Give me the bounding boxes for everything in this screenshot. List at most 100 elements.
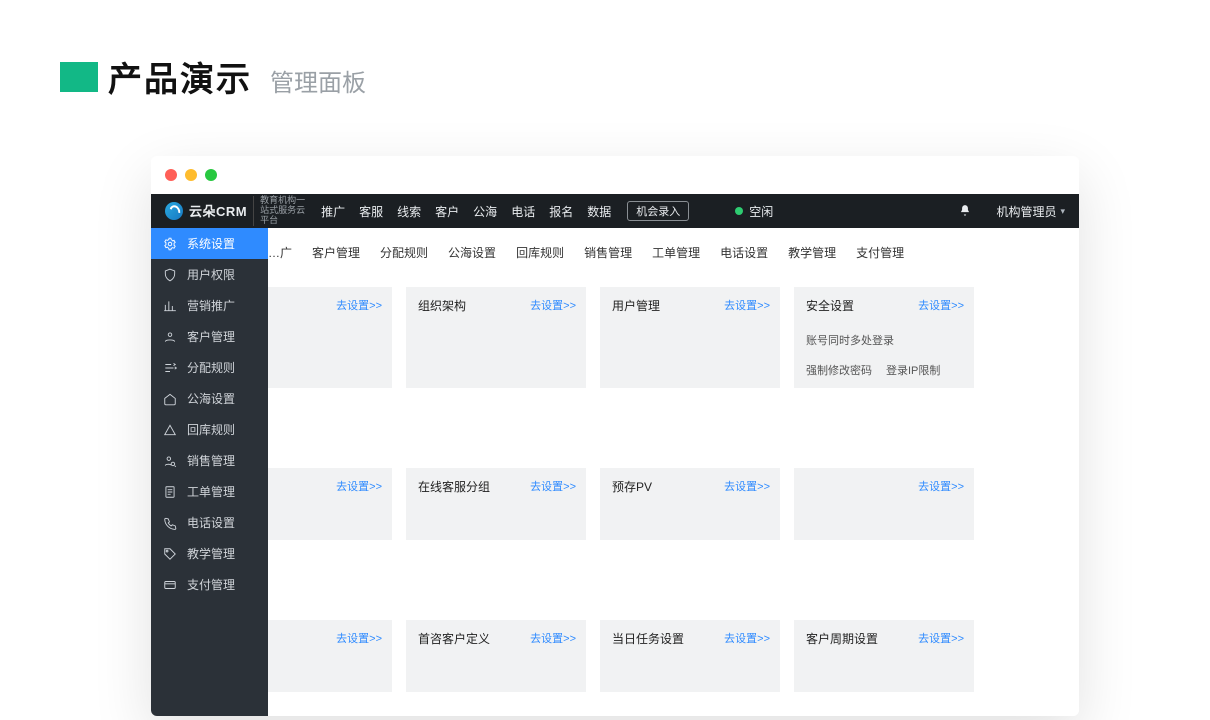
go-settings-link[interactable]: 去设置>> [336,630,382,646]
page-header: 产品演示 管理面板 [0,0,1210,101]
card-icon [163,578,177,592]
settings-card: 当日任务设置去设置>> [600,620,780,692]
tab-客户管理[interactable]: 客户管理 [302,238,370,267]
sidebar-item-label: 营销推广 [187,297,235,314]
settings-card: 在线客服分组去设置>> [406,468,586,540]
tab-分配规则[interactable]: 分配规则 [370,238,438,267]
sidebar-item-settings[interactable]: 系统设置 [151,228,268,259]
maximize-icon[interactable] [205,169,217,181]
nav-phone[interactable]: 电话 [511,203,535,220]
user-label: 机构管理员 [996,203,1056,220]
logo-mark-icon [165,202,183,220]
sidebar-item-label: 支付管理 [187,576,235,593]
tag-icon [163,547,177,561]
go-settings-link[interactable]: 去设置>> [336,297,382,313]
go-settings-link[interactable]: 去设置>> [918,297,964,313]
settings-card: 去设置>> [268,620,392,692]
go-settings-link[interactable]: 去设置>> [336,478,382,494]
sidebar-item-label: 公海设置 [187,390,235,407]
nav-sea[interactable]: 公海 [473,203,497,220]
chart-icon [163,299,177,313]
sidebar-item-tag[interactable]: 教学管理 [151,538,268,569]
search-user-icon [163,454,177,468]
app-window: 云朵CRM 教育机构一站式服务云平台 推广 客服 线索 客户 公海 电话 报名 … [151,156,1079,716]
nav-promo[interactable]: 推广 [321,203,345,220]
settings-card: 首咨客户定义去设置>> [406,620,586,692]
tab-支付管理[interactable]: 支付管理 [846,238,914,267]
sidebar-item-phone[interactable]: 电话设置 [151,507,268,538]
status-indicator[interactable]: 空闲 [735,203,773,220]
settings-card: 去设置>> [268,468,392,540]
sidebar-item-triangle[interactable]: 回库规则 [151,414,268,445]
tab-partial[interactable]: …广 [268,238,302,267]
go-settings-link[interactable]: 去设置>> [530,297,576,313]
settings-card: 用户管理去设置>> [600,287,780,388]
shield-icon [163,268,177,282]
card-grid: 去设置>>组织架构去设置>>用户管理去设置>>安全设置去设置>>账号同时多处登录… [268,267,1079,692]
tab-教学管理[interactable]: 教学管理 [778,238,846,267]
user-icon [163,330,177,344]
sidebar-item-card[interactable]: 支付管理 [151,569,268,600]
top-nav: 推广 客服 线索 客户 公海 电话 报名 数据 [321,203,611,220]
flow-icon [163,361,177,375]
sidebar-item-shield[interactable]: 用户权限 [151,259,268,290]
nav-leads[interactable]: 线索 [397,203,421,220]
sidebar-item-label: 用户权限 [187,266,235,283]
nav-service[interactable]: 客服 [359,203,383,220]
sidebar-item-search-user[interactable]: 销售管理 [151,445,268,476]
card-tag[interactable]: 登录IP限制 [886,362,940,378]
tab-销售管理[interactable]: 销售管理 [574,238,642,267]
sidebar-item-label: 分配规则 [187,359,235,376]
card-tag[interactable]: 强制修改密码 [806,362,872,378]
page-subtitle: 管理面板 [270,63,366,98]
go-settings-link[interactable]: 去设置>> [724,630,770,646]
sidebar-item-user[interactable]: 客户管理 [151,321,268,352]
settings-card: 去设置>> [268,287,392,388]
tabs: …广客户管理分配规则公海设置回库规则销售管理工单管理电话设置教学管理支付管理 [268,228,1079,267]
sidebar-item-flow[interactable]: 分配规则 [151,352,268,383]
settings-card: 组织架构去设置>> [406,287,586,388]
user-menu[interactable]: 机构管理员 ▾ [996,203,1065,220]
tab-公海设置[interactable]: 公海设置 [438,238,506,267]
logo[interactable]: 云朵CRM 教育机构一站式服务云平台 [165,196,307,226]
settings-card: 去设置>> [794,468,974,540]
go-settings-link[interactable]: 去设置>> [724,297,770,313]
settings-card: 安全设置去设置>>账号同时多处登录强制修改密码登录IP限制 [794,287,974,388]
go-settings-link[interactable]: 去设置>> [530,478,576,494]
settings-card: 预存PV去设置>> [600,468,780,540]
home-icon [163,392,177,406]
tab-回库规则[interactable]: 回库规则 [506,238,574,267]
nav-data[interactable]: 数据 [587,203,611,220]
nav-signup[interactable]: 报名 [549,203,573,220]
sidebar: 系统设置用户权限营销推广客户管理分配规则公海设置回库规则销售管理工单管理电话设置… [151,228,268,716]
sidebar-item-label: 客户管理 [187,328,235,345]
page-title: 产品演示 [108,52,252,101]
go-settings-link[interactable]: 去设置>> [918,630,964,646]
logo-subtext: 教育机构一站式服务云平台 [253,196,307,226]
sidebar-item-home[interactable]: 公海设置 [151,383,268,414]
card-tag[interactable]: 账号同时多处登录 [806,332,894,348]
notifications-icon[interactable] [958,204,972,218]
close-icon[interactable] [165,169,177,181]
status-label: 空闲 [749,203,773,220]
content-area: …广客户管理分配规则公海设置回库规则销售管理工单管理电话设置教学管理支付管理 去… [268,228,1079,716]
sidebar-item-label: 教学管理 [187,545,235,562]
sidebar-item-doc[interactable]: 工单管理 [151,476,268,507]
status-dot-icon [735,207,743,215]
go-settings-link[interactable]: 去设置>> [918,478,964,494]
topbar: 云朵CRM 教育机构一站式服务云平台 推广 客服 线索 客户 公海 电话 报名 … [151,194,1079,228]
go-settings-link[interactable]: 去设置>> [724,478,770,494]
record-opportunity-button[interactable]: 机会录入 [627,201,689,221]
go-settings-link[interactable]: 去设置>> [530,630,576,646]
sidebar-item-label: 工单管理 [187,483,235,500]
sidebar-item-label: 电话设置 [187,514,235,531]
sidebar-item-chart[interactable]: 营销推广 [151,290,268,321]
tab-电话设置[interactable]: 电话设置 [710,238,778,267]
nav-customer[interactable]: 客户 [435,203,459,220]
tab-工单管理[interactable]: 工单管理 [642,238,710,267]
card-tags: 账号同时多处登录强制修改密码登录IP限制 [806,332,962,378]
phone-icon [163,516,177,530]
minimize-icon[interactable] [185,169,197,181]
settings-card: 客户周期设置去设置>> [794,620,974,692]
chevron-down-icon: ▾ [1060,206,1065,217]
